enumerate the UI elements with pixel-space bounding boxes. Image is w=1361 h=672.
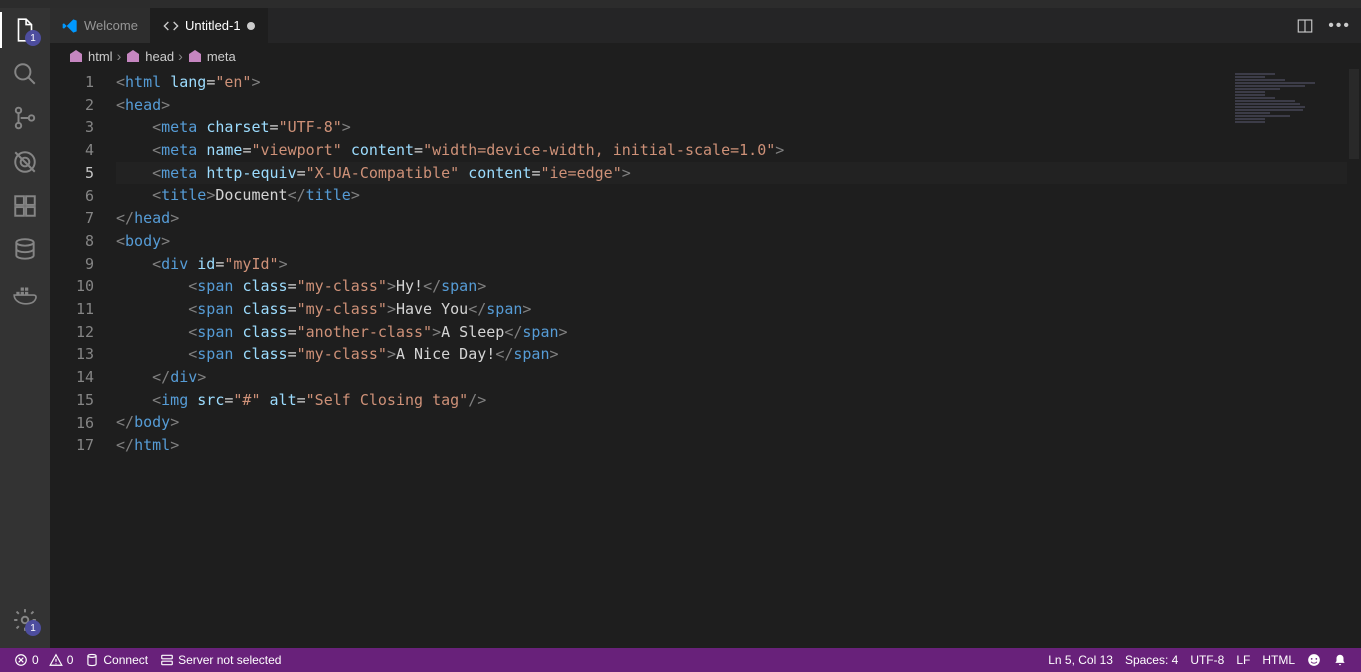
editor-content: Welcome Untitled-1 ••• html › head › met… [50, 8, 1361, 648]
feedback-icon[interactable] [1301, 648, 1327, 672]
tab-label: Untitled-1 [185, 18, 241, 33]
menubar[interactable] [0, 0, 1361, 8]
status-eol[interactable]: LF [1230, 648, 1256, 672]
settings-icon[interactable]: 1 [11, 606, 39, 634]
status-bar: 0 0 Connect Server not selected Ln 5, Co… [0, 648, 1361, 672]
more-actions-icon[interactable]: ••• [1328, 17, 1351, 35]
settings-badge: 1 [25, 620, 41, 636]
status-language[interactable]: HTML [1256, 648, 1301, 672]
extensions-icon[interactable] [11, 192, 39, 220]
status-line-col[interactable]: Ln 5, Col 13 [1042, 648, 1119, 672]
bell-icon[interactable] [1327, 648, 1353, 672]
source-control-icon[interactable] [11, 104, 39, 132]
tab-label: Welcome [84, 18, 138, 33]
status-errors[interactable]: 0 0 [8, 648, 79, 672]
line-gutter: 1234567891011121314151617 [50, 69, 116, 648]
tab-welcome[interactable]: Welcome [50, 8, 151, 43]
explorer-badge: 1 [25, 30, 41, 46]
status-connect[interactable]: Connect [79, 648, 154, 672]
code-icon [163, 18, 179, 34]
code-editor[interactable]: <html lang="en"> <head> <meta charset="U… [116, 69, 1361, 648]
tab-dirty-icon [247, 22, 255, 30]
status-indent[interactable]: Spaces: 4 [1119, 648, 1184, 672]
debug-icon[interactable] [11, 148, 39, 176]
docker-icon[interactable] [11, 280, 39, 308]
chevron-right-icon: › [117, 48, 122, 64]
breadcrumb[interactable]: html › head › meta [50, 43, 1361, 69]
scrollbar[interactable] [1347, 69, 1361, 648]
status-server[interactable]: Server not selected [154, 648, 287, 672]
editor-area[interactable]: 1234567891011121314151617 <html lang="en… [50, 69, 1361, 648]
vscode-icon [62, 18, 78, 34]
explorer-icon[interactable]: 1 [11, 16, 39, 44]
chevron-right-icon: › [178, 48, 183, 64]
database-icon[interactable] [11, 236, 39, 264]
search-icon[interactable] [11, 60, 39, 88]
activity-bar: 1 1 [0, 8, 50, 648]
status-encoding[interactable]: UTF-8 [1184, 648, 1230, 672]
minimap[interactable] [1235, 73, 1345, 473]
tab-untitled[interactable]: Untitled-1 [151, 8, 268, 43]
split-editor-icon[interactable] [1296, 17, 1314, 35]
tab-bar: Welcome Untitled-1 ••• [50, 8, 1361, 43]
tab-actions: ••• [1286, 8, 1361, 43]
